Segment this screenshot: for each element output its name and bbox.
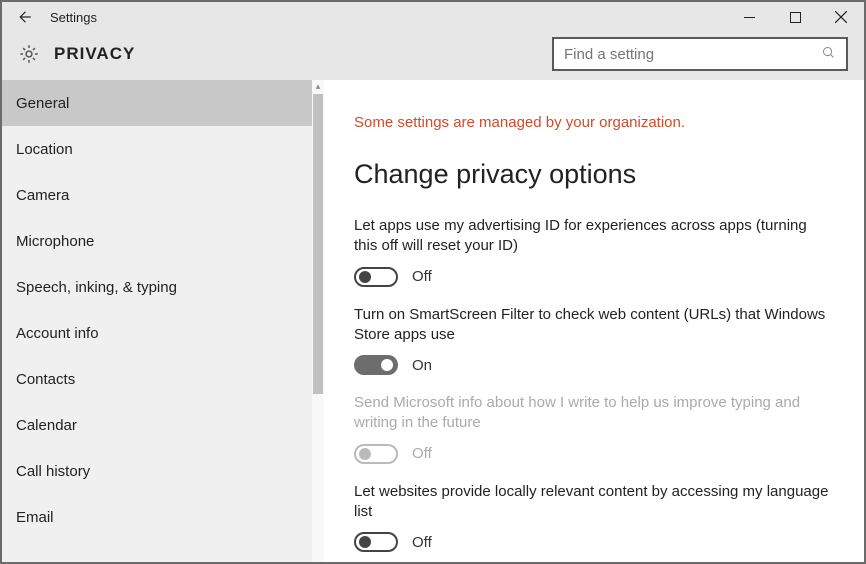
toggle-knob xyxy=(359,271,371,283)
scroll-thumb[interactable] xyxy=(313,94,323,394)
toggle-knob xyxy=(381,359,393,371)
toggle-knob xyxy=(359,448,371,460)
page-heading: Change privacy options xyxy=(354,159,834,190)
content: Some settings are managed by your organi… xyxy=(324,80,864,562)
sidebar-scrollbar[interactable]: ▴ xyxy=(312,80,324,562)
option-language-list: Let websites provide locally relevant co… xyxy=(354,482,834,553)
sidebar-item-label: General xyxy=(16,95,69,112)
maximize-button[interactable] xyxy=(772,2,818,32)
toggle-label: Off xyxy=(412,534,432,551)
close-icon xyxy=(835,11,847,23)
sidebar-item-account-info[interactable]: Account info xyxy=(2,310,324,356)
toggle-label: Off xyxy=(412,445,432,462)
search-input[interactable] xyxy=(564,46,821,63)
toggle-row: Off xyxy=(354,444,834,464)
sidebar-item-email[interactable]: Email xyxy=(2,494,324,540)
sidebar-item-label: Contacts xyxy=(16,371,75,388)
toggle-smartscreen[interactable] xyxy=(354,355,398,375)
sidebar-item-label: Microphone xyxy=(16,233,94,250)
sidebar-item-label: Camera xyxy=(16,187,69,204)
sidebar-item-label: Location xyxy=(16,141,73,158)
sidebar: General Location Camera Microphone Speec… xyxy=(2,80,324,562)
arrow-left-icon xyxy=(15,8,33,26)
option-smartscreen: Turn on SmartScreen Filter to check web … xyxy=(354,305,834,376)
toggle-typing-data xyxy=(354,444,398,464)
sidebar-item-microphone[interactable]: Microphone xyxy=(2,218,324,264)
sidebar-item-location[interactable]: Location xyxy=(2,126,324,172)
minimize-icon xyxy=(744,12,755,23)
header-title: PRIVACY xyxy=(54,44,552,64)
option-typing-data: Send Microsoft info about how I write to… xyxy=(354,393,834,464)
sidebar-item-general[interactable]: General xyxy=(2,80,324,126)
option-desc: Let apps use my advertising ID for exper… xyxy=(354,216,834,257)
sidebar-item-label: Speech, inking, & typing xyxy=(16,279,177,296)
search-box[interactable] xyxy=(552,37,848,71)
sidebar-item-label: Email xyxy=(16,509,54,526)
toggle-row: On xyxy=(354,355,834,375)
minimize-button[interactable] xyxy=(726,2,772,32)
sidebar-item-label: Calendar xyxy=(16,417,77,434)
window-controls xyxy=(726,2,864,32)
scroll-up-icon[interactable]: ▴ xyxy=(312,80,324,92)
maximize-icon xyxy=(790,12,801,23)
gear-icon xyxy=(18,43,40,65)
titlebar: Settings xyxy=(2,2,864,32)
toggle-knob xyxy=(359,536,371,548)
toggle-row: Off xyxy=(354,267,834,287)
option-desc: Let websites provide locally relevant co… xyxy=(354,482,834,523)
back-button[interactable] xyxy=(2,2,46,32)
toggle-label: On xyxy=(412,357,432,374)
sidebar-item-label: Call history xyxy=(16,463,90,480)
settings-window: Settings PRIVACY xyxy=(0,0,866,564)
window-title: Settings xyxy=(46,10,726,25)
sidebar-item-speech[interactable]: Speech, inking, & typing xyxy=(2,264,324,310)
search-icon xyxy=(821,45,836,64)
close-button[interactable] xyxy=(818,2,864,32)
option-desc: Send Microsoft info about how I write to… xyxy=(354,393,834,434)
option-desc: Turn on SmartScreen Filter to check web … xyxy=(354,305,834,346)
sidebar-item-camera[interactable]: Camera xyxy=(2,172,324,218)
body: General Location Camera Microphone Speec… xyxy=(2,80,864,562)
sidebar-item-label: Account info xyxy=(16,325,99,342)
toggle-language-list[interactable] xyxy=(354,532,398,552)
org-warning: Some settings are managed by your organi… xyxy=(354,114,834,131)
option-advertising-id: Let apps use my advertising ID for exper… xyxy=(354,216,834,287)
sidebar-item-contacts[interactable]: Contacts xyxy=(2,356,324,402)
header: PRIVACY xyxy=(2,32,864,80)
toggle-row: Off xyxy=(354,532,834,552)
sidebar-item-call-history[interactable]: Call history xyxy=(2,448,324,494)
sidebar-item-calendar[interactable]: Calendar xyxy=(2,402,324,448)
toggle-advertising-id[interactable] xyxy=(354,267,398,287)
toggle-label: Off xyxy=(412,268,432,285)
